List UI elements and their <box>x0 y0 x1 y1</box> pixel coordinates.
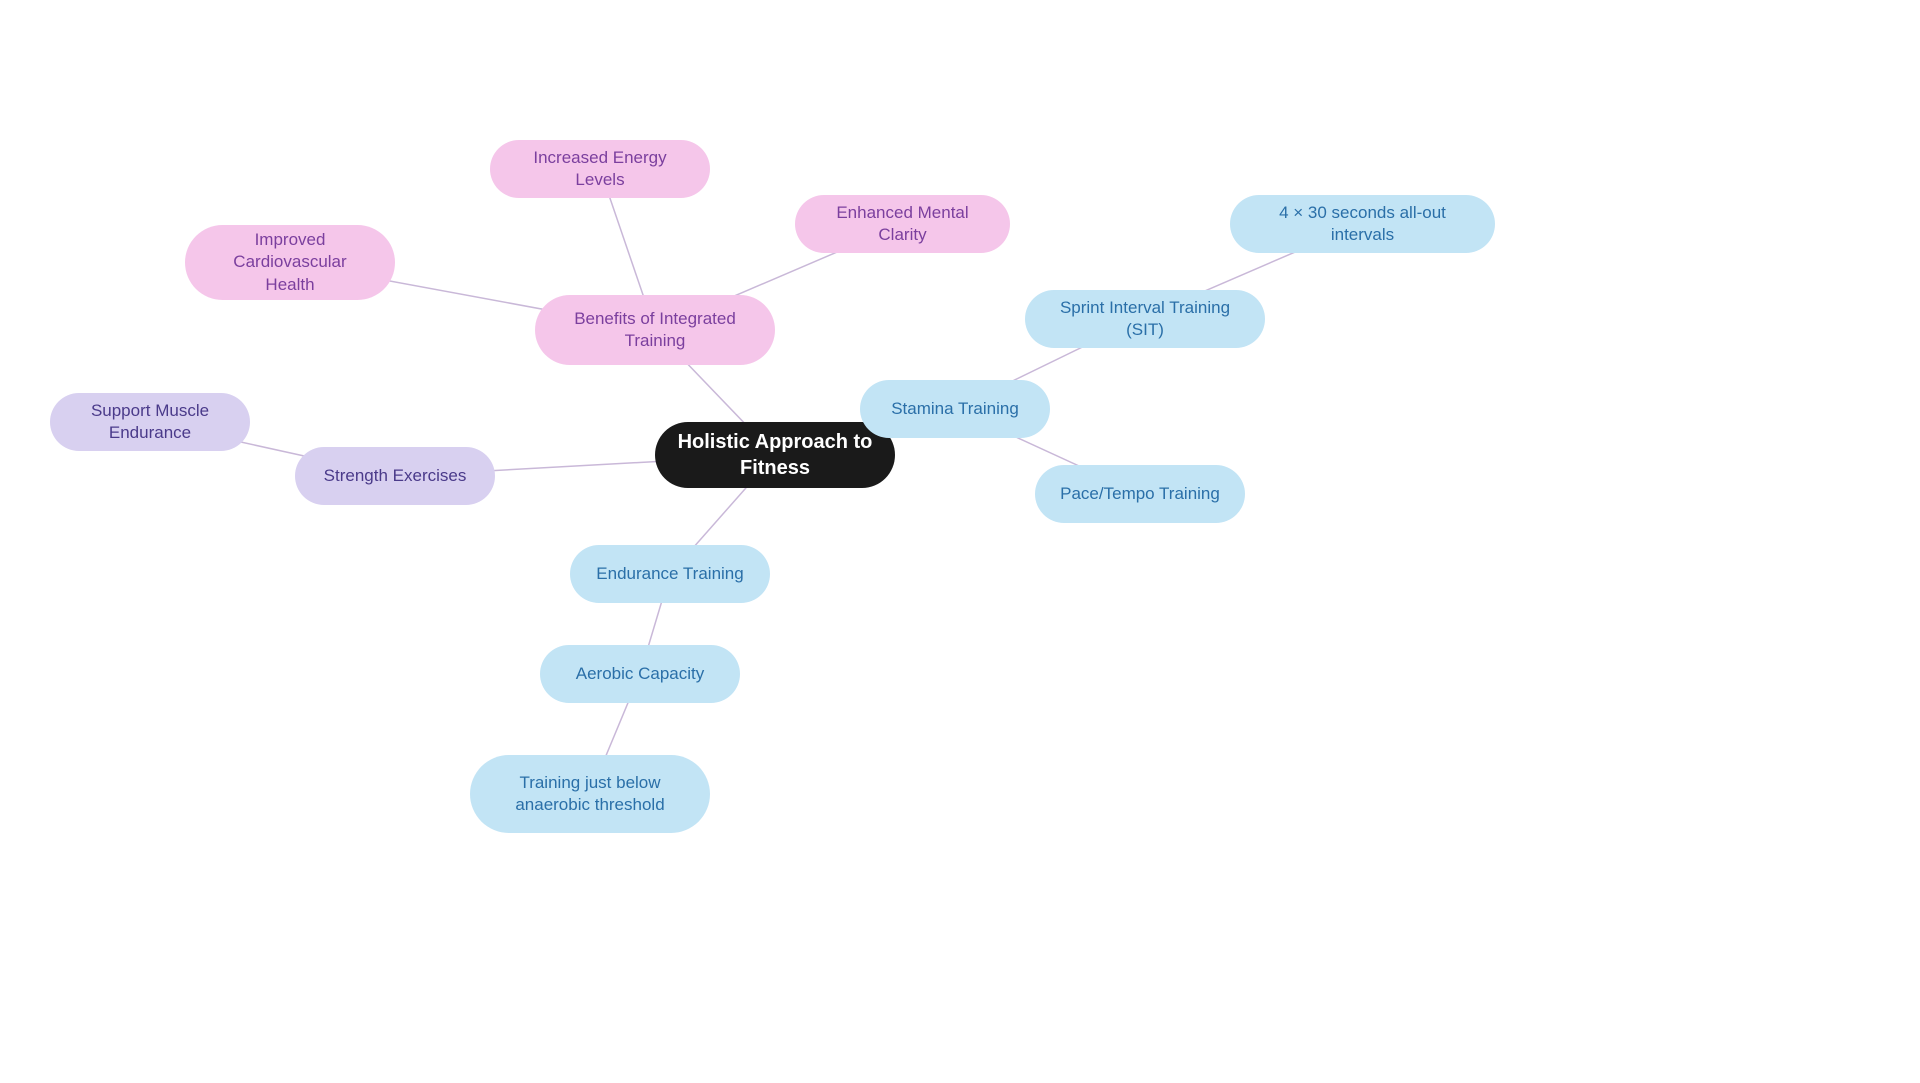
benefits-node[interactable]: Benefits of Integrated Training <box>535 295 775 365</box>
endurance-node[interactable]: Endurance Training <box>570 545 770 603</box>
support-muscle-node[interactable]: Support Muscle Endurance <box>50 393 250 451</box>
enhanced-mental-node[interactable]: Enhanced Mental Clarity <box>795 195 1010 253</box>
improved-cardio-node[interactable]: Improved Cardiovascular Health <box>185 225 395 300</box>
increased-energy-node[interactable]: Increased Energy Levels <box>490 140 710 198</box>
stamina-node[interactable]: Stamina Training <box>860 380 1050 438</box>
strength-node[interactable]: Strength Exercises <box>295 447 495 505</box>
center-node[interactable]: Holistic Approach to Fitness <box>655 422 895 488</box>
anaerobic-node[interactable]: Training just below anaerobic threshold <box>470 755 710 833</box>
sprint-node[interactable]: Sprint Interval Training (SIT) <box>1025 290 1265 348</box>
pace-node[interactable]: Pace/Tempo Training <box>1035 465 1245 523</box>
four-thirty-node[interactable]: 4 × 30 seconds all-out intervals <box>1230 195 1495 253</box>
aerobic-node[interactable]: Aerobic Capacity <box>540 645 740 703</box>
